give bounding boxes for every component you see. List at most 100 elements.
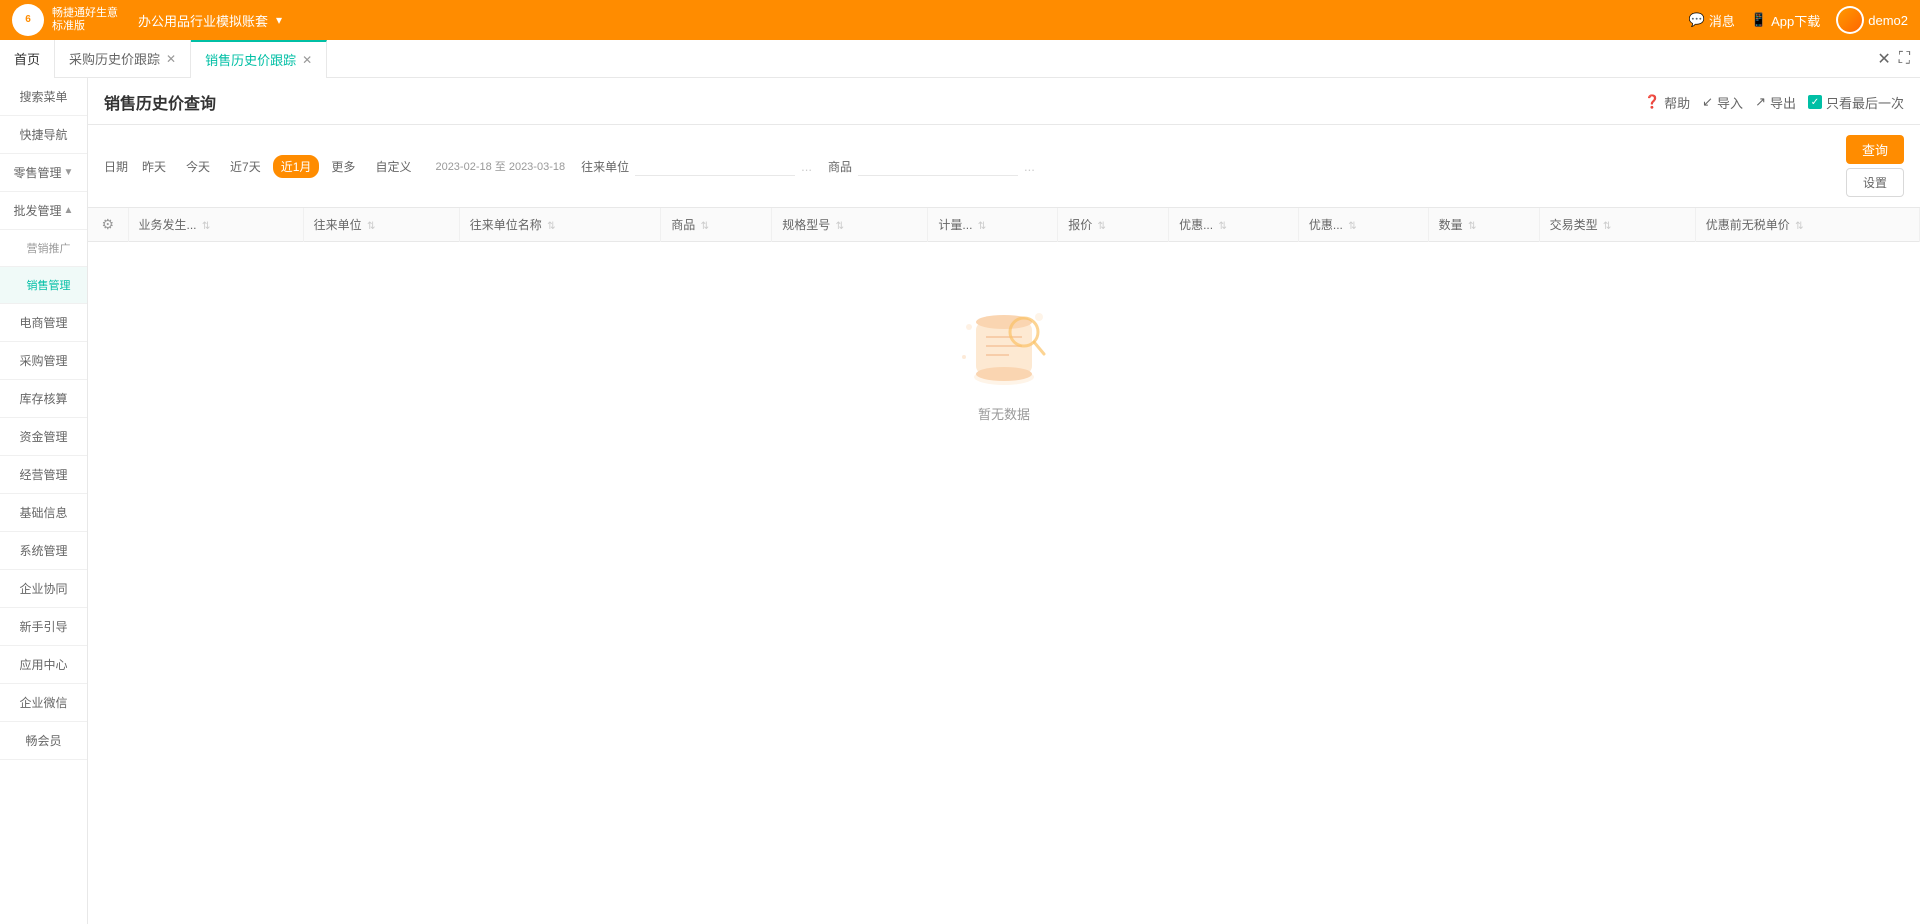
col-no-tax-price[interactable]: 优惠前无税单价 ⇅ <box>1695 208 1919 242</box>
app-selector-title[interactable]: 办公用品行业模拟账套 <box>138 11 268 30</box>
tabbar: 首页 采购历史价跟踪 ✕ 销售历史价跟踪 ✕ ✕ ⛶ <box>0 40 1920 78</box>
product-select-icon[interactable]: ... <box>1024 159 1035 174</box>
page-header: 销售历史价查询 ❓ 帮助 ↙ 导入 ↗ 导出 ✓ 只 <box>88 78 1920 125</box>
partner-input[interactable] <box>635 157 795 176</box>
sidebar-item-operation[interactable]: 经营管理 <box>0 456 87 494</box>
data-table: ⚙ 业务发生... ⇅ 往来单位 ⇅ <box>88 208 1920 242</box>
app-name: 畅捷通好生意 标准版 <box>52 7 118 33</box>
content-area: 销售历史价查询 ❓ 帮助 ↙ 导入 ↗ 导出 ✓ 只 <box>88 78 1920 924</box>
chevron-down-icon: ▼ <box>64 167 74 178</box>
sidebar-item-basic[interactable]: 基础信息 <box>0 494 87 532</box>
message-button[interactable]: 💬 消息 <box>1689 11 1735 30</box>
date-custom-btn[interactable]: 自定义 <box>367 155 419 178</box>
table-settings-icon[interactable]: ⚙ <box>101 216 114 233</box>
date-filter-buttons: 昨天 今天 近7天 近1月 更多 自定义 <box>134 155 419 178</box>
topbar: 6 畅捷通好生意 标准版 办公用品行业模拟账套 ▾ 💬 消息 📱 App下载 d… <box>0 0 1920 40</box>
sidebar-item-appstore[interactable]: 应用中心 <box>0 646 87 684</box>
sort-icon: ⇅ <box>202 221 210 232</box>
close-tab-button[interactable]: ✕ <box>1877 49 1890 69</box>
setting-button[interactable]: 设置 <box>1846 168 1904 197</box>
help-button[interactable]: ❓ 帮助 <box>1644 93 1690 112</box>
maximize-button[interactable]: ⛶ <box>1899 50 1910 68</box>
col-unit[interactable]: 计量... ⇅ <box>928 208 1058 242</box>
col-discount1[interactable]: 优惠... ⇅ <box>1169 208 1299 242</box>
col-price[interactable]: 报价 ⇅ <box>1058 208 1169 242</box>
partner-select-icon[interactable]: ... <box>801 159 812 174</box>
empty-icon <box>954 302 1054 392</box>
sidebar-item-search[interactable]: 搜索菜单 <box>0 78 87 116</box>
date-range-display: 2023-02-18 至 2023-03-18 <box>435 158 565 174</box>
sort-icon: ⇅ <box>836 221 844 232</box>
app-logo: 6 <box>12 4 44 36</box>
tab-purchase-close-icon[interactable]: ✕ <box>166 52 176 66</box>
query-button[interactable]: 查询 <box>1846 135 1904 164</box>
col-partner-code[interactable]: 往来单位 ⇅ <box>303 208 459 242</box>
sidebar: 搜索菜单 快捷导航 零售管理 ▼ 批发管理 ▲ 营销推广 销售管理 电商管理 采… <box>0 78 88 924</box>
sidebar-item-shortcut[interactable]: 快捷导航 <box>0 116 87 154</box>
sidebar-item-inventory[interactable]: 库存核算 <box>0 380 87 418</box>
table-container: ⚙ 业务发生... ⇅ 往来单位 ⇅ <box>88 208 1920 924</box>
app-selector-dropdown-icon[interactable]: ▾ <box>276 13 282 27</box>
date-filter-group: 日期 昨天 今天 近7天 近1月 更多 自定义 <box>104 155 419 178</box>
sidebar-item-finance[interactable]: 资金管理 <box>0 418 87 456</box>
col-date[interactable]: 业务发生... ⇅ <box>128 208 303 242</box>
sort-icon: ⇅ <box>1218 221 1226 232</box>
main-layout: 搜索菜单 快捷导航 零售管理 ▼ 批发管理 ▲ 营销推广 销售管理 电商管理 采… <box>0 78 1920 924</box>
sidebar-item-newbie[interactable]: 新手引导 <box>0 608 87 646</box>
sidebar-item-sales-mgmt[interactable]: 销售管理 <box>0 267 87 304</box>
date-more-btn[interactable]: 更多 <box>323 155 363 178</box>
export-button[interactable]: ↗ 导出 <box>1755 93 1796 112</box>
sidebar-item-enterprise[interactable]: 企业协同 <box>0 570 87 608</box>
tab-purchase[interactable]: 采购历史价跟踪 ✕ <box>55 40 191 78</box>
user-menu[interactable]: demo2 <box>1836 6 1908 34</box>
col-product[interactable]: 商品 ⇅ <box>661 208 772 242</box>
empty-text: 暂无数据 <box>978 404 1030 423</box>
date-range-group: 2023-02-18 至 2023-03-18 <box>435 158 565 174</box>
chevron-up-icon: ▲ <box>64 205 74 216</box>
sort-icon: ⇅ <box>547 221 555 232</box>
partner-filter-group: 往来单位 ... <box>581 157 812 176</box>
col-partner-name[interactable]: 往来单位名称 ⇅ <box>459 208 661 242</box>
filter-actions: 查询 设置 <box>1846 135 1904 197</box>
date-today-btn[interactable]: 今天 <box>178 155 218 178</box>
product-input[interactable] <box>858 157 1018 176</box>
tab-home[interactable]: 首页 <box>0 40 55 78</box>
tab-home-label: 首页 <box>14 49 40 68</box>
tab-sales[interactable]: 销售历史价跟踪 ✕ <box>191 40 327 78</box>
filter-row: 日期 昨天 今天 近7天 近1月 更多 自定义 2023-02-18 至 202… <box>104 135 1904 197</box>
col-discount2[interactable]: 优惠... ⇅ <box>1298 208 1428 242</box>
sort-icon: ⇅ <box>701 221 709 232</box>
only-last-checkbox-label[interactable]: ✓ 只看最后一次 <box>1808 93 1904 112</box>
sidebar-item-wechat[interactable]: 企业微信 <box>0 684 87 722</box>
sidebar-item-purchase[interactable]: 采购管理 <box>0 342 87 380</box>
help-icon: ❓ <box>1644 94 1660 110</box>
page-title: 销售历史价查询 <box>104 90 216 114</box>
date-filter-label: 日期 <box>104 158 128 175</box>
topbar-right: 💬 消息 📱 App下载 demo2 <box>1689 6 1908 34</box>
sort-icon: ⇅ <box>1348 221 1356 232</box>
tabbar-actions: ✕ ⛶ <box>1877 49 1920 69</box>
app-download-button[interactable]: 📱 App下载 <box>1751 11 1820 30</box>
table-wrapper: ⚙ 业务发生... ⇅ 往来单位 ⇅ <box>88 208 1920 924</box>
col-quantity[interactable]: 数量 ⇅ <box>1428 208 1539 242</box>
empty-illustration <box>954 302 1054 392</box>
col-spec[interactable]: 规格型号 ⇅ <box>772 208 928 242</box>
sidebar-item-member[interactable]: 畅会员 <box>0 722 87 760</box>
tab-sales-close-icon[interactable]: ✕ <box>302 53 312 67</box>
col-trade-type[interactable]: 交易类型 ⇅ <box>1539 208 1695 242</box>
sidebar-item-retail[interactable]: 零售管理 ▼ <box>0 154 87 192</box>
date-yesterday-btn[interactable]: 昨天 <box>134 155 174 178</box>
sidebar-item-ecommerce[interactable]: 电商管理 <box>0 304 87 342</box>
sort-icon: ⇅ <box>978 221 986 232</box>
sidebar-item-wholesale[interactable]: 批发管理 ▲ <box>0 192 87 230</box>
download-icon: 📱 <box>1751 12 1767 28</box>
col-settings[interactable]: ⚙ <box>88 208 128 242</box>
date-1month-btn[interactable]: 近1月 <box>273 155 320 178</box>
sidebar-item-system[interactable]: 系统管理 <box>0 532 87 570</box>
date-7days-btn[interactable]: 近7天 <box>222 155 269 178</box>
sort-icon: ⇅ <box>1098 221 1106 232</box>
import-icon: ↙ <box>1702 94 1713 110</box>
checkbox-icon: ✓ <box>1808 95 1822 109</box>
import-button[interactable]: ↙ 导入 <box>1702 93 1743 112</box>
sidebar-item-marketing[interactable]: 营销推广 <box>0 230 87 267</box>
